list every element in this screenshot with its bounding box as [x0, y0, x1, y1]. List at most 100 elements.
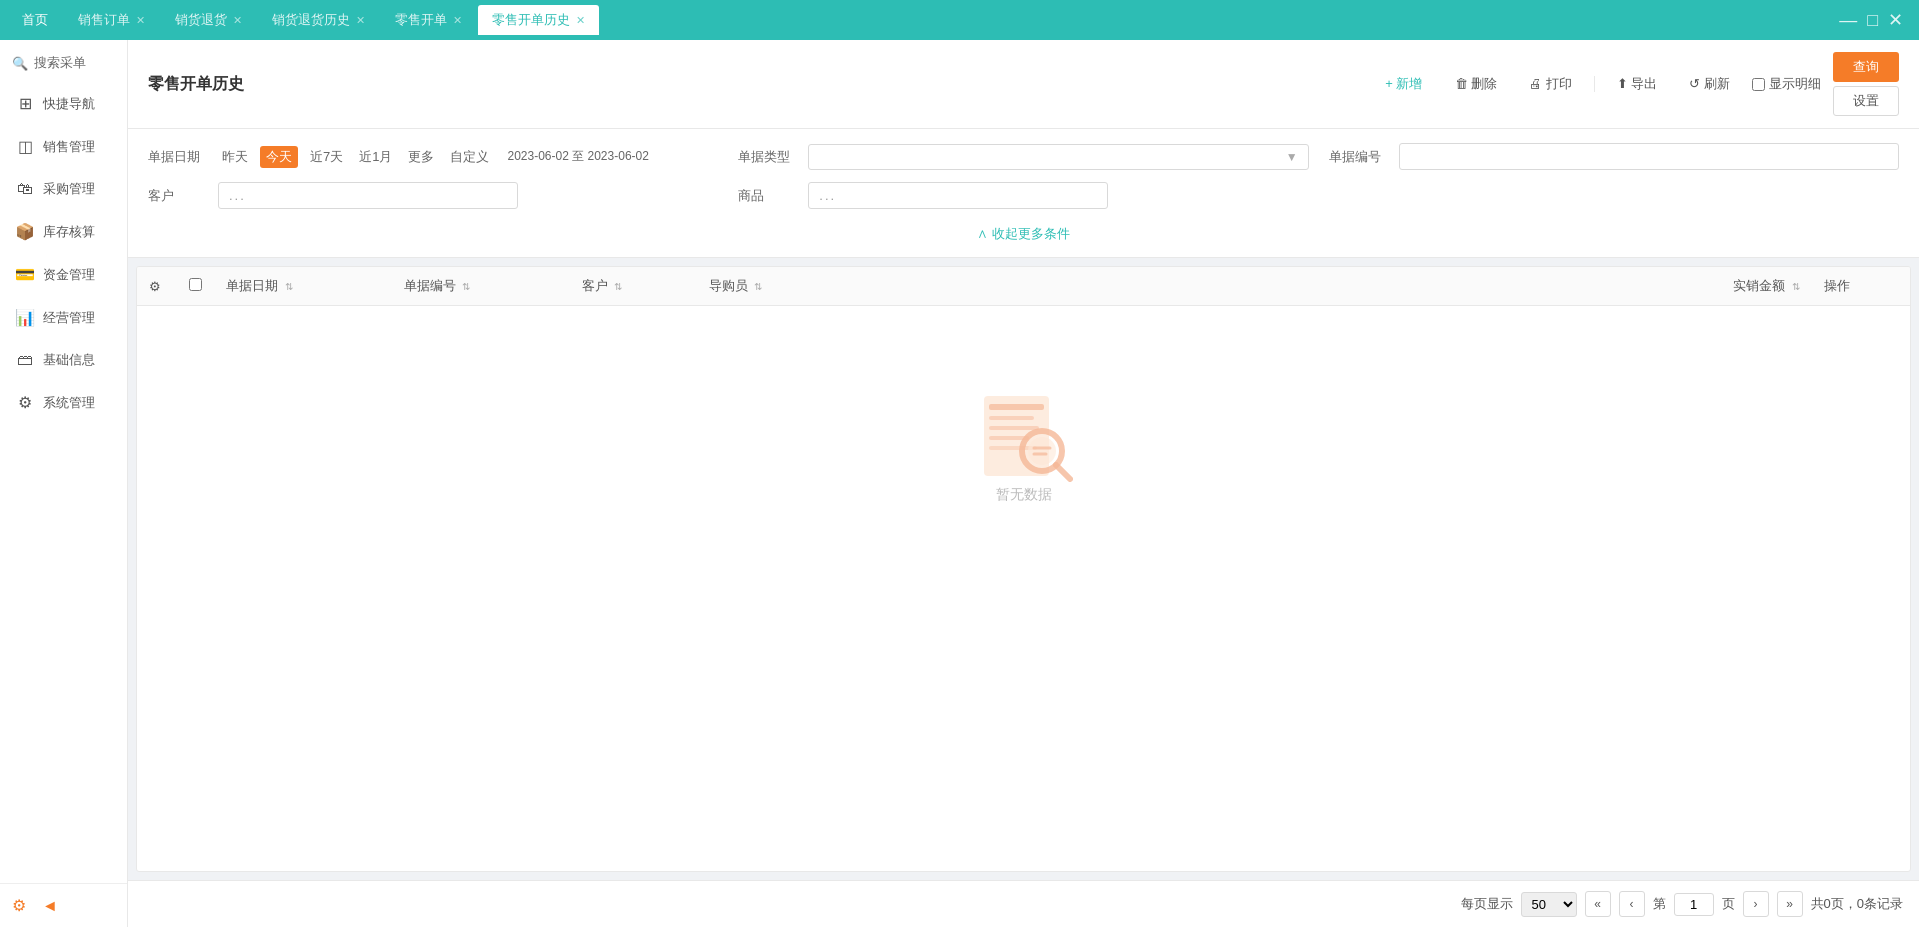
svg-line-8	[1056, 465, 1070, 479]
per-page-select[interactable]: 10 20 50 100	[1521, 892, 1577, 917]
date-opt-more[interactable]: 更多	[404, 146, 438, 168]
sidebar-item-operations[interactable]: 📊 经营管理	[0, 296, 127, 339]
goods-select[interactable]: ...	[808, 182, 1108, 209]
sidebar-item-sys-mgmt[interactable]: ⚙ 系统管理	[0, 381, 127, 424]
tab-sales-return-history[interactable]: 销货退货历史 ✕	[258, 5, 379, 35]
sidebar-settings-icon[interactable]: ⚙	[12, 896, 26, 915]
date-opt-custom[interactable]: 自定义	[446, 146, 493, 168]
display-detail-label[interactable]: 显示明细	[1752, 75, 1821, 93]
page-number-input[interactable]	[1674, 893, 1714, 916]
page-word: 第	[1653, 895, 1666, 913]
filter-row-2: 客户 ... 商品 ...	[148, 182, 1899, 209]
search-icon: 🔍	[12, 56, 28, 71]
sidebar-search[interactable]: 🔍 搜索采单	[0, 40, 127, 82]
th-ops-label: 操作	[1824, 278, 1850, 293]
sort-guide-icon: ⇅	[754, 281, 762, 292]
last-page-btn[interactable]: »	[1777, 891, 1803, 917]
tab-retail-open-close[interactable]: ✕	[453, 14, 462, 27]
svg-rect-1	[989, 404, 1044, 410]
tab-home[interactable]: 首页	[8, 5, 62, 35]
date-opt-month[interactable]: 近1月	[355, 146, 396, 168]
sidebar-item-inventory[interactable]: 📦 库存核算	[0, 210, 127, 253]
next-page-btn[interactable]: ›	[1743, 891, 1769, 917]
collapse-bar[interactable]: ∧ 收起更多条件	[148, 221, 1899, 243]
finance-icon: 💳	[15, 265, 35, 284]
date-opt-yesterday[interactable]: 昨天	[218, 146, 252, 168]
sidebar-item-quick-nav-label: 快捷导航	[43, 95, 95, 113]
toolbar: + 新增 🗑 删除 🖨 打印 ⬆ 导出 ↺ 刷新 显示明细 查询 设置	[1375, 52, 1899, 116]
pagination-summary: 共0页，0条记录	[1811, 895, 1903, 913]
th-date-label: 单据日期	[226, 278, 278, 293]
sort-no-icon: ⇅	[462, 281, 470, 292]
customer-filter-label: 客户	[148, 187, 208, 205]
tab-sales-return-history-close[interactable]: ✕	[356, 14, 365, 27]
tab-sales-order-close[interactable]: ✕	[136, 14, 145, 27]
sort-customer-icon: ⇅	[614, 281, 622, 292]
sidebar-item-quick-nav[interactable]: ⊞ 快捷导航	[0, 82, 127, 125]
data-table: ⚙ 单据日期 ⇅ 单据编号 ⇅	[137, 267, 1910, 584]
tab-retail-open[interactable]: 零售开单 ✕	[381, 5, 476, 35]
tab-sales-return-close[interactable]: ✕	[233, 14, 242, 27]
pagination-bar: 每页显示 10 20 50 100 « ‹ 第 页 › » 共0页，0条记录	[128, 880, 1919, 927]
date-options: 昨天 今天 近7天 近1月 更多 自定义	[218, 146, 493, 168]
tab-sales-order[interactable]: 销售订单 ✕	[64, 5, 159, 35]
first-page-btn[interactable]: «	[1585, 891, 1611, 917]
refresh-button[interactable]: ↺ 刷新	[1679, 70, 1740, 98]
tab-retail-open-history[interactable]: 零售开单历史 ✕	[478, 5, 599, 35]
print-button[interactable]: 🖨 打印	[1519, 70, 1582, 98]
query-settings-group: 查询 设置	[1833, 52, 1899, 116]
page-header: 零售开单历史 + 新增 🗑 删除 🖨 打印 ⬆ 导出 ↺ 刷新 显示明细 查询 …	[128, 40, 1919, 129]
th-checkbox[interactable]	[177, 267, 214, 306]
window-controls: — □ ✕	[1839, 9, 1911, 31]
prev-page-btn[interactable]: ‹	[1619, 891, 1645, 917]
export-button[interactable]: ⬆ 导出	[1607, 70, 1668, 98]
close-btn[interactable]: ✕	[1888, 9, 1903, 31]
sidebar-item-operations-label: 经营管理	[43, 309, 95, 327]
sidebar-item-sys-mgmt-label: 系统管理	[43, 394, 95, 412]
tab-home-label: 首页	[22, 11, 48, 29]
tab-retail-open-history-close[interactable]: ✕	[576, 14, 585, 27]
settings-button[interactable]: 设置	[1833, 86, 1899, 116]
sidebar-item-sales-mgmt[interactable]: ◫ 销售管理	[0, 125, 127, 168]
sidebar-item-finance[interactable]: 💳 资金管理	[0, 253, 127, 296]
quick-nav-icon: ⊞	[15, 94, 35, 113]
add-button[interactable]: + 新增	[1375, 70, 1432, 98]
tab-retail-open-label: 零售开单	[395, 11, 447, 29]
select-all-checkbox[interactable]	[189, 278, 202, 291]
sidebar-item-inventory-label: 库存核算	[43, 223, 95, 241]
date-range-display: 2023-06-02 至 2023-06-02	[507, 148, 648, 165]
date-opt-today[interactable]: 今天	[260, 146, 298, 168]
operations-icon: 📊	[15, 308, 35, 327]
purchase-mgmt-icon: 🛍	[15, 180, 35, 198]
doc-type-select[interactable]: ▼	[808, 144, 1308, 170]
delete-button[interactable]: 🗑 删除	[1445, 70, 1508, 98]
sidebar-collapse-icon[interactable]: ◄	[42, 897, 58, 915]
table-header-row: ⚙ 单据日期 ⇅ 单据编号 ⇅	[137, 267, 1910, 306]
customer-select[interactable]: ...	[218, 182, 518, 209]
maximize-btn[interactable]: □	[1867, 10, 1878, 31]
th-customer[interactable]: 客户 ⇅	[570, 267, 697, 306]
th-amount[interactable]: 实销金额 ⇅	[1634, 267, 1812, 306]
query-button[interactable]: 查询	[1833, 52, 1899, 82]
th-date[interactable]: 单据日期 ⇅	[214, 267, 392, 306]
th-settings[interactable]: ⚙	[137, 267, 177, 306]
sidebar-item-sales-mgmt-label: 销售管理	[43, 138, 95, 156]
th-guide[interactable]: 导购员 ⇅	[697, 267, 849, 306]
sidebar-item-basic-info[interactable]: 🗃 基础信息	[0, 339, 127, 381]
table-empty-cell: 暂无数据	[137, 306, 1910, 585]
tab-sales-return-history-label: 销货退货历史	[272, 11, 350, 29]
goods-filter-label: 商品	[738, 187, 798, 205]
th-ops: 操作	[1812, 267, 1910, 306]
tab-sales-return[interactable]: 销货退货 ✕	[161, 5, 256, 35]
display-detail-checkbox[interactable]	[1752, 78, 1765, 91]
doc-no-input[interactable]	[1399, 143, 1899, 170]
th-no-label: 单据编号	[404, 278, 456, 293]
sales-mgmt-icon: ◫	[15, 137, 35, 156]
th-no[interactable]: 单据编号 ⇅	[392, 267, 570, 306]
tab-retail-open-history-label: 零售开单历史	[492, 11, 570, 29]
date-opt-7days[interactable]: 近7天	[306, 146, 347, 168]
goods-placeholder: ...	[819, 188, 836, 203]
sidebar-item-purchase-mgmt[interactable]: 🛍 采购管理	[0, 168, 127, 210]
minimize-btn[interactable]: —	[1839, 10, 1857, 31]
empty-illustration	[964, 386, 1084, 486]
